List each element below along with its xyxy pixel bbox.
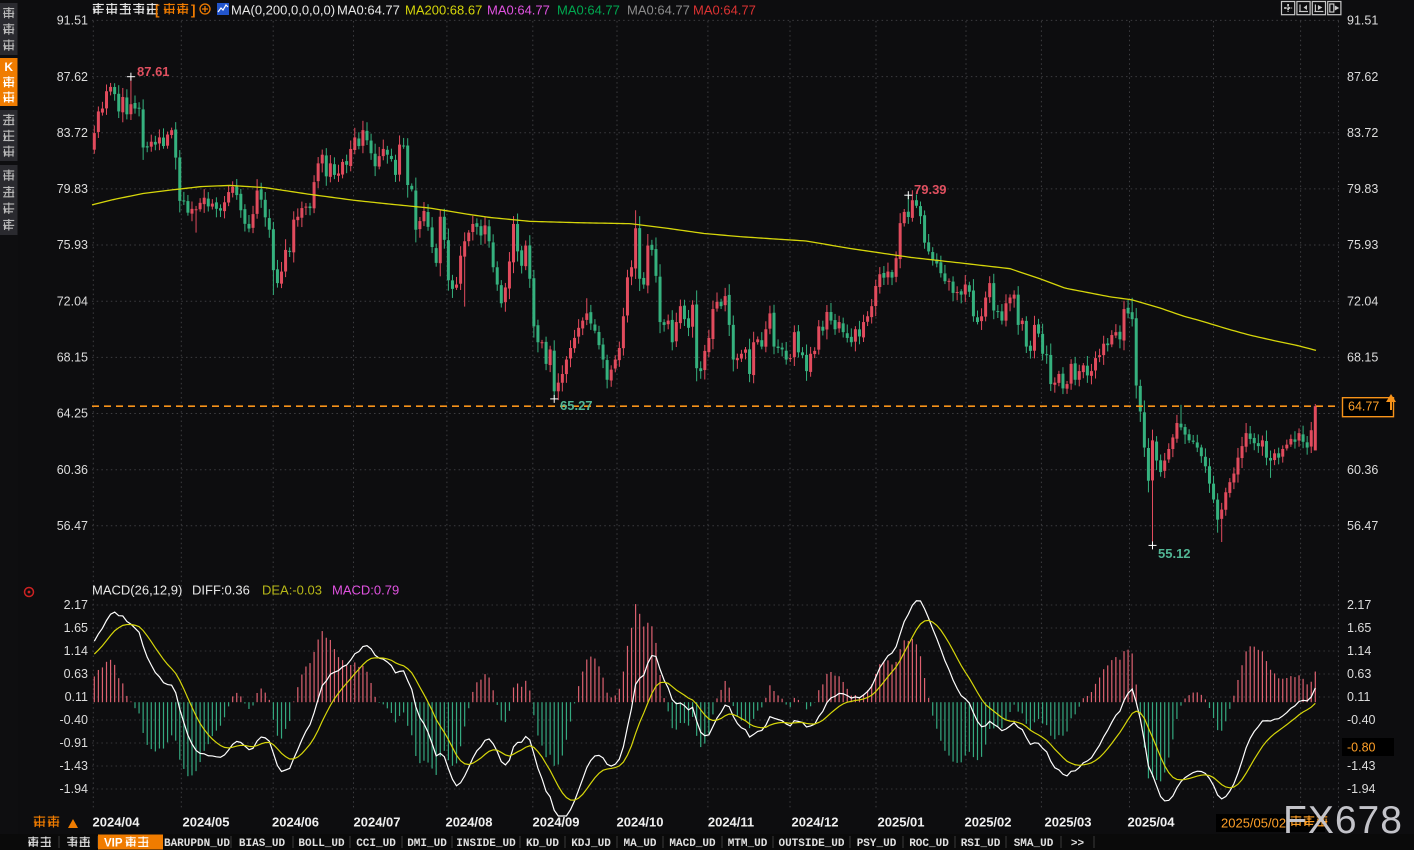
svg-text:-1.94: -1.94 — [60, 782, 89, 796]
svg-text:K: K — [4, 60, 13, 74]
svg-text:2024/04: 2024/04 — [93, 815, 141, 830]
svg-text:SMA_UD: SMA_UD — [1014, 838, 1054, 850]
svg-text:KD_UD: KD_UD — [526, 838, 559, 850]
svg-text:-0.40: -0.40 — [60, 713, 89, 727]
svg-text:91.51: 91.51 — [57, 14, 88, 28]
svg-text:87.61: 87.61 — [137, 64, 170, 79]
svg-text:0.63: 0.63 — [64, 667, 88, 681]
svg-text:68.15: 68.15 — [1347, 351, 1378, 365]
svg-text:64.25: 64.25 — [57, 407, 88, 421]
svg-text:1.14: 1.14 — [1347, 644, 1371, 658]
svg-text:CCI_UD: CCI_UD — [356, 838, 396, 850]
svg-text:2025/05/02: 2025/05/02 — [1221, 816, 1286, 831]
svg-text:BIAS_UD: BIAS_UD — [239, 838, 286, 850]
svg-text:56.47: 56.47 — [57, 519, 88, 533]
svg-text:60.36: 60.36 — [1347, 463, 1378, 477]
svg-text:2025/04: 2025/04 — [1128, 815, 1176, 830]
svg-text:2.17: 2.17 — [64, 598, 88, 612]
svg-text:87.62: 87.62 — [57, 70, 88, 84]
svg-text:2024/07: 2024/07 — [354, 815, 401, 830]
svg-text:[: [ — [155, 3, 160, 18]
svg-text:MA0:64.77: MA0:64.77 — [487, 3, 550, 18]
svg-text:KDJ_UD: KDJ_UD — [571, 838, 611, 850]
svg-text:-0.40: -0.40 — [1347, 713, 1376, 727]
svg-text:-0.80: -0.80 — [1347, 741, 1376, 755]
svg-text:2024/12: 2024/12 — [792, 815, 839, 830]
svg-text:MA0:64.77: MA0:64.77 — [337, 3, 400, 18]
svg-text:65.27: 65.27 — [560, 398, 593, 413]
svg-text:2025/03: 2025/03 — [1045, 815, 1092, 830]
svg-text:MACD_UD: MACD_UD — [669, 838, 716, 850]
svg-text:2025/01: 2025/01 — [878, 815, 925, 830]
svg-text:MACD:0.79: MACD:0.79 — [332, 583, 399, 598]
svg-text:2024/10: 2024/10 — [617, 815, 664, 830]
svg-text:2024/08: 2024/08 — [446, 815, 493, 830]
svg-text:0.11: 0.11 — [1347, 690, 1370, 704]
svg-text:MA200:68.67: MA200:68.67 — [405, 3, 482, 18]
svg-text:68.15: 68.15 — [57, 351, 88, 365]
svg-text:>>: >> — [1071, 838, 1085, 850]
svg-text:PSY_UD: PSY_UD — [857, 838, 897, 850]
svg-text:BOLL_UD: BOLL_UD — [298, 838, 345, 850]
svg-text:0.11: 0.11 — [65, 690, 88, 704]
svg-text:DMI_UD: DMI_UD — [407, 838, 447, 850]
svg-text:0.63: 0.63 — [1347, 667, 1371, 681]
svg-text:MA_UD: MA_UD — [623, 838, 656, 850]
svg-text:INSIDE_UD: INSIDE_UD — [456, 838, 516, 850]
svg-text:2024/11: 2024/11 — [708, 815, 754, 830]
svg-text:83.72: 83.72 — [1347, 126, 1378, 140]
svg-text:2024/09: 2024/09 — [533, 815, 580, 830]
svg-text:56.47: 56.47 — [1347, 519, 1378, 533]
svg-text:ROC_UD: ROC_UD — [909, 838, 949, 850]
svg-text:1.65: 1.65 — [1347, 621, 1371, 635]
svg-text:VIP: VIP — [104, 838, 123, 850]
svg-text:RSI_UD: RSI_UD — [961, 838, 1001, 850]
svg-text:MA0:64.77: MA0:64.77 — [557, 3, 620, 18]
svg-text:79.83: 79.83 — [1347, 182, 1378, 196]
svg-text:MA(0,200,0,0,0,0): MA(0,200,0,0,0,0) — [231, 3, 335, 18]
svg-text:72.04: 72.04 — [57, 294, 88, 308]
svg-text:DIFF:0.36: DIFF:0.36 — [192, 583, 250, 598]
svg-text:79.39: 79.39 — [914, 182, 947, 197]
svg-text:72.04: 72.04 — [1347, 294, 1378, 308]
svg-text:MA0:64.77: MA0:64.77 — [693, 3, 756, 18]
svg-text:OUTSIDE_UD: OUTSIDE_UD — [778, 838, 844, 850]
svg-text:75.93: 75.93 — [57, 238, 88, 252]
svg-text:75.93: 75.93 — [1347, 238, 1378, 252]
svg-text:2024/05: 2024/05 — [183, 815, 230, 830]
svg-text:64.77: 64.77 — [1348, 400, 1379, 414]
svg-text:-1.43: -1.43 — [1347, 759, 1376, 773]
svg-text:1.65: 1.65 — [64, 621, 88, 635]
svg-text:-1.43: -1.43 — [60, 759, 89, 773]
svg-text:83.72: 83.72 — [57, 126, 88, 140]
svg-text:79.83: 79.83 — [57, 182, 88, 196]
svg-text:-1.94: -1.94 — [1347, 782, 1376, 796]
svg-text:91.51: 91.51 — [1347, 14, 1378, 28]
svg-text:FX678: FX678 — [1283, 799, 1403, 842]
svg-text:2025/02: 2025/02 — [965, 815, 1012, 830]
svg-text:55.12: 55.12 — [1158, 546, 1191, 561]
svg-text:60.36: 60.36 — [57, 463, 88, 477]
svg-text:MACD(26,12,9): MACD(26,12,9) — [92, 583, 182, 598]
svg-text:MTM_UD: MTM_UD — [728, 838, 768, 850]
svg-text:-0.91: -0.91 — [60, 736, 89, 750]
svg-text:87.62: 87.62 — [1347, 70, 1378, 84]
svg-text:]: ] — [191, 3, 196, 18]
svg-text:BARUPDN_UD: BARUPDN_UD — [164, 838, 230, 850]
svg-text:MA0:64.77: MA0:64.77 — [627, 3, 690, 18]
svg-text:2.17: 2.17 — [1347, 598, 1371, 612]
svg-text:DEA:-0.03: DEA:-0.03 — [262, 583, 322, 598]
svg-text:2024/06: 2024/06 — [272, 815, 319, 830]
svg-text:1.14: 1.14 — [64, 644, 88, 658]
